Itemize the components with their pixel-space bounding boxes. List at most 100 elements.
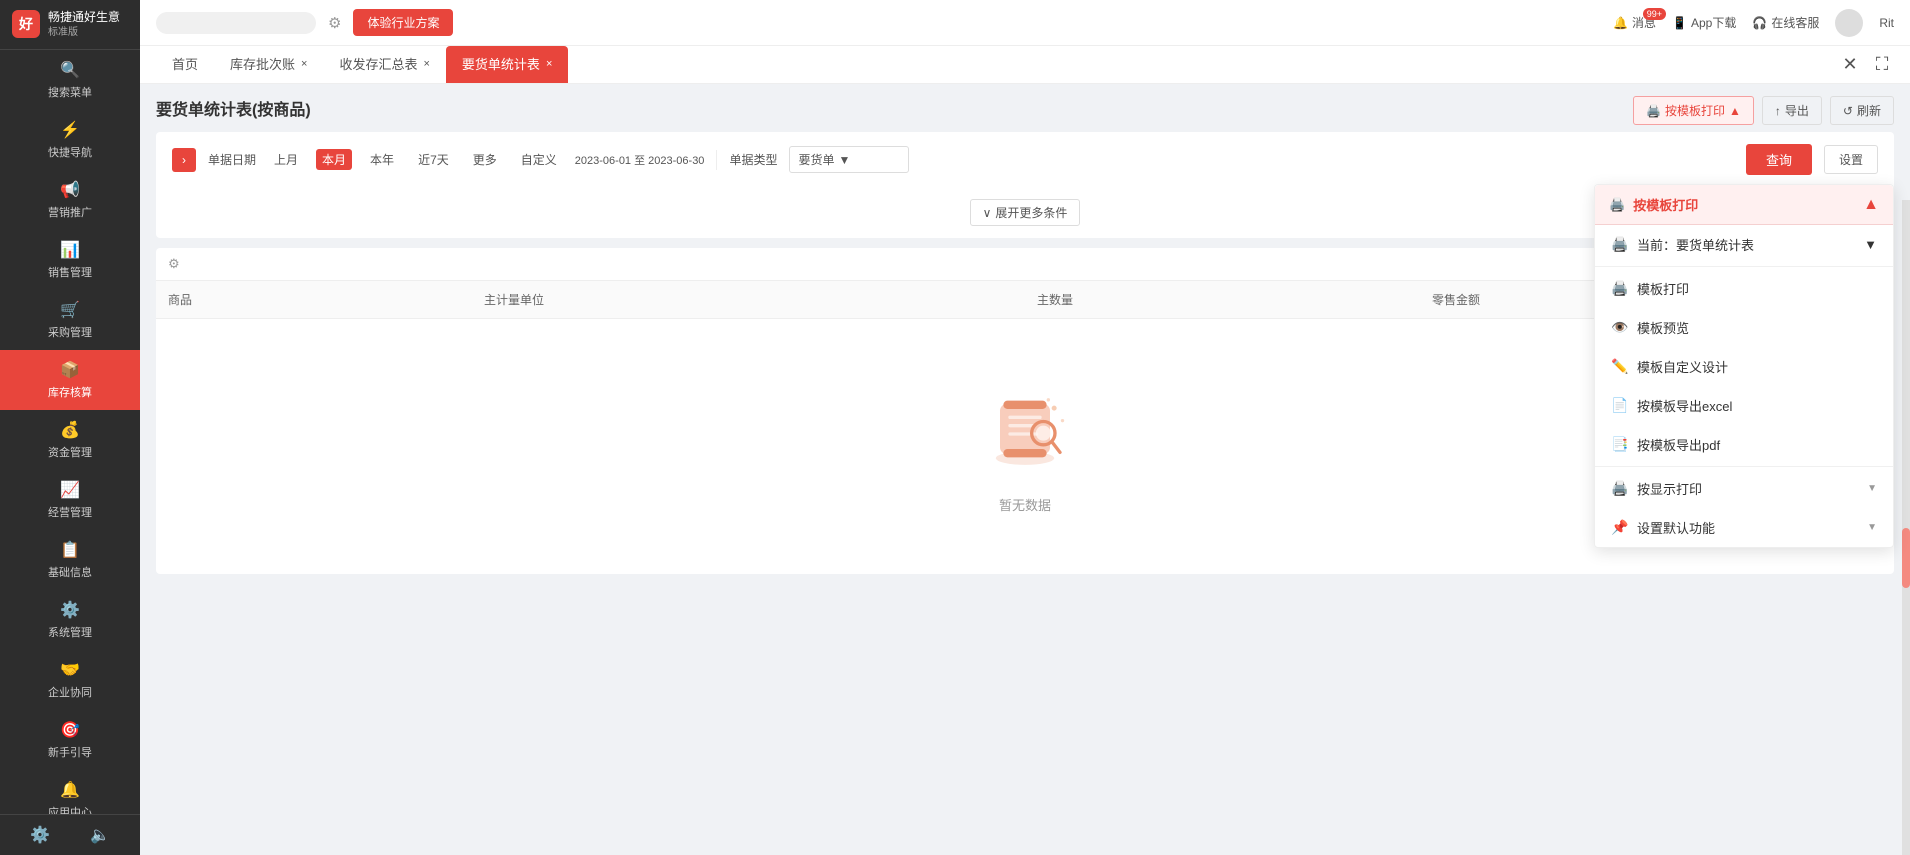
divider-2 <box>1595 466 1893 467</box>
dropdown-item-set-default[interactable]: 📌 设置默认功能 ▼ <box>1595 508 1893 547</box>
basic-icon: 📋 <box>60 540 80 560</box>
purchase-icon: 🛒 <box>60 300 80 320</box>
topbar-gear-icon[interactable]: ⚙ <box>328 14 341 32</box>
date-this-month-btn[interactable]: 本月 <box>316 149 352 170</box>
sidebar-item-finance[interactable]: 💰 资金管理 <box>0 410 140 470</box>
topbar: ⚙ 体验行业方案 🔔 消息 99+ 📱 App下载 🎧 在线客服 Rit <box>140 0 1910 46</box>
col-header-product: 商品 <box>156 281 472 319</box>
newbie-icon: 🎯 <box>60 720 80 740</box>
online-service-button[interactable]: 🎧 在线客服 <box>1752 14 1819 31</box>
export-icon: ↑ <box>1775 104 1781 118</box>
date-last-month-btn[interactable]: 上月 <box>268 149 304 170</box>
tab-home[interactable]: 首页 <box>156 46 214 83</box>
tabs-bar: 首页 库存批次账 × 收发存汇总表 × 要货单统计表 × ✕ ⛶ <box>140 46 1910 84</box>
dropdown-item-template-design[interactable]: ✏️ 模板自定义设计 <box>1595 347 1893 386</box>
filter-separator <box>716 150 717 170</box>
sidebar-item-shortcut[interactable]: ⚡ 快捷导航 <box>0 110 140 170</box>
filter-expand-button[interactable]: › <box>172 148 196 172</box>
settings-bottom-icon[interactable]: ⚙️ <box>30 825 50 845</box>
sidebar-item-appstore[interactable]: 🔔 应用中心 <box>0 770 140 814</box>
dropdown-item-export-pdf[interactable]: 📑 按模板导出pdf <box>1595 425 1893 464</box>
notification-icon: 🔔 <box>1613 16 1628 30</box>
expand-more-conditions-button[interactable]: ∨ 展开更多条件 <box>970 199 1081 226</box>
set-default-left: 📌 设置默认功能 <box>1611 518 1715 537</box>
query-button[interactable]: 查询 <box>1746 144 1812 175</box>
date-custom-btn[interactable]: 自定义 <box>515 149 563 170</box>
sidebar-item-basic[interactable]: 📋 基础信息 <box>0 530 140 590</box>
cooperation-icon: 🤝 <box>60 660 80 680</box>
type-filter-value: 要货单 <box>798 151 834 168</box>
sidebar-item-purchase[interactable]: 🛒 采购管理 <box>0 290 140 350</box>
print-icon: 🖨️ <box>1646 104 1661 118</box>
date-more-btn[interactable]: 更多 <box>467 149 503 170</box>
sidebar-bottom: ⚙️ 🔈 <box>0 814 140 855</box>
col-header-quantity: 主数量 <box>1025 281 1420 319</box>
tabs-right-controls: ✕ ⛶ <box>1838 53 1894 77</box>
app-logo: 好 畅捷通好生意 标准版 <box>0 0 140 50</box>
sidebar-item-cooperation[interactable]: 🤝 企业协同 <box>0 650 140 710</box>
tab-close-inventory-batch[interactable]: × <box>301 58 307 70</box>
tab-close-order-stats[interactable]: × <box>546 58 552 70</box>
dropdown-header: 🖨️ 按模板打印 ▲ <box>1595 185 1893 225</box>
sidebar-item-marketing[interactable]: 📢 营销推广 <box>0 170 140 230</box>
tab-fullscreen-button[interactable]: ⛶ <box>1870 53 1894 77</box>
print-template-button[interactable]: 🖨️ 按模板打印 ▲ <box>1633 96 1754 125</box>
date-7days-btn[interactable]: 近7天 <box>412 149 455 170</box>
user-avatar[interactable] <box>1835 9 1863 37</box>
appstore-icon: 🔔 <box>60 780 80 800</box>
setting-button[interactable]: 设置 <box>1824 145 1878 174</box>
printer-icon: 🖨️ <box>1609 197 1625 213</box>
shortcut-icon: ⚡ <box>60 120 80 140</box>
sidebar-item-inventory[interactable]: 📦 库存核算 <box>0 350 140 410</box>
app-download-button[interactable]: 📱 App下载 <box>1672 14 1736 31</box>
tab-close-receipt-summary[interactable]: × <box>423 58 429 70</box>
sidebar-item-operations[interactable]: 📈 经营管理 <box>0 470 140 530</box>
export-button[interactable]: ↑ 导出 <box>1762 96 1822 125</box>
print-dropdown-arrow: ▲ <box>1729 104 1741 118</box>
page-actions: 🖨️ 按模板打印 ▲ ↑ 导出 ↺ 刷新 <box>1633 96 1894 125</box>
app-icon: 📱 <box>1672 16 1687 30</box>
sidebar-item-system[interactable]: ⚙️ 系统管理 <box>0 590 140 650</box>
empty-illustration <box>975 379 1075 479</box>
user-name[interactable]: Rit <box>1879 16 1894 30</box>
export-excel-icon: 📄 <box>1611 397 1627 414</box>
tab-inventory-batch[interactable]: 库存批次账 × <box>214 46 323 83</box>
date-filter-label: 单据日期 <box>208 151 256 168</box>
tab-collapse-button[interactable]: ✕ <box>1838 53 1862 77</box>
notification-button[interactable]: 🔔 消息 99+ <box>1613 14 1656 31</box>
right-scrollbar[interactable] <box>1902 200 1910 855</box>
sidebar-item-sales[interactable]: 📊 销售管理 <box>0 230 140 290</box>
tab-order-stats[interactable]: 要货单统计表 × <box>446 46 568 83</box>
sales-icon: 📊 <box>60 240 80 260</box>
topbar-search-input[interactable] <box>156 12 316 34</box>
divider-1 <box>1595 266 1893 267</box>
expand-chevron-icon: ∨ <box>983 206 992 220</box>
audio-icon[interactable]: 🔈 <box>90 825 110 845</box>
display-print-arrow: ▼ <box>1867 483 1877 494</box>
trial-button[interactable]: 体验行业方案 <box>353 9 453 36</box>
dropdown-item-template-print[interactable]: 🖨️ 模板打印 <box>1595 269 1893 308</box>
system-icon: ⚙️ <box>60 600 80 620</box>
sidebar-item-search[interactable]: 🔍 搜索菜单 <box>0 50 140 110</box>
sidebar-nav: 🔍 搜索菜单 ⚡ 快捷导航 📢 营销推广 📊 销售管理 🛒 采购管理 📦 库存核… <box>0 50 140 814</box>
main-area: ⚙ 体验行业方案 🔔 消息 99+ 📱 App下载 🎧 在线客服 Rit 首页 <box>140 0 1910 855</box>
table-gear-icon[interactable]: ⚙ <box>168 256 180 272</box>
scrollbar-thumb <box>1902 528 1910 588</box>
sidebar-item-newbie[interactable]: 🎯 新手引导 <box>0 710 140 770</box>
marketing-icon: 📢 <box>60 180 80 200</box>
dropdown-item-template-preview[interactable]: 👁️ 模板预览 <box>1595 308 1893 347</box>
template-print-icon: 🖨️ <box>1611 280 1627 297</box>
dropdown-item-export-excel[interactable]: 📄 按模板导出excel <box>1595 386 1893 425</box>
date-this-year-btn[interactable]: 本年 <box>364 149 400 170</box>
current-template-arrow: ▼ <box>1864 237 1877 252</box>
template-design-icon: ✏️ <box>1611 358 1627 375</box>
dropdown-close-icon[interactable]: ▲ <box>1863 196 1879 214</box>
refresh-button[interactable]: ↺ 刷新 <box>1830 96 1894 125</box>
set-default-icon: 📌 <box>1611 519 1627 536</box>
col-header-unit: 主计量单位 <box>472 281 1025 319</box>
logo-text: 畅捷通好生意 标准版 <box>48 10 120 39</box>
dropdown-current-item[interactable]: 🖨️ 当前：要货单统计表 ▼ <box>1595 225 1893 264</box>
dropdown-item-display-print[interactable]: 🖨️ 按显示打印 ▼ <box>1595 469 1893 508</box>
type-filter-select[interactable]: 要货单 ▼ <box>789 146 909 173</box>
tab-receipt-summary[interactable]: 收发存汇总表 × <box>323 46 445 83</box>
